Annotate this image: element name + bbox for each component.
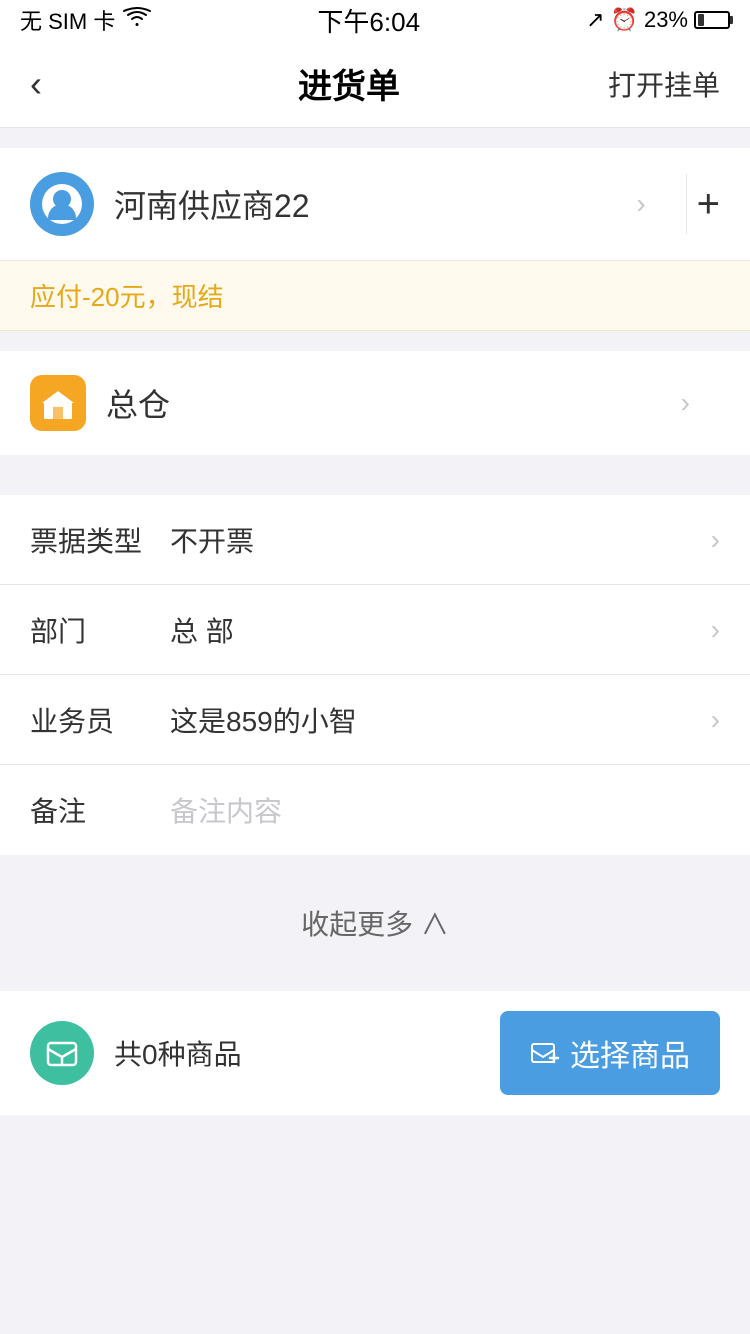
section-gap-1 [0,128,750,148]
form-section: 票据类型 不开票 › 部门 总 部 › 业务员 这是859的小智 › 备注 备注… [0,495,750,855]
section-gap-3 [0,455,750,475]
salesperson-row[interactable]: 业务员 这是859的小智 › [0,675,750,765]
department-label: 部门 [30,610,150,650]
nav-bar: ‹ 进货单 打开挂单 [0,40,750,128]
remark-row[interactable]: 备注 备注内容 [0,765,750,855]
battery-icon [694,11,730,29]
supplier-row[interactable]: 河南供应商22 › + [0,148,750,261]
supplier-chevron-icon: › [636,188,645,220]
bottom-bar: 共0种商品 选择商品 [0,991,750,1115]
notice-text: 应付-20元，现结 [30,282,224,312]
select-product-icon [530,1038,560,1068]
supplier-avatar [30,172,94,236]
status-time: 下午6:04 [317,2,420,39]
notice-bar: 应付-20元，现结 [0,261,750,331]
invoice-type-label: 票据类型 [30,520,150,560]
salesperson-chevron-icon: › [711,704,720,736]
collapse-label: 收起更多 ∧ [301,909,449,940]
supplier-name: 河南供应商22 [114,181,636,227]
status-left: 无 SIM 卡 [20,4,151,36]
department-chevron-icon: › [711,614,720,646]
salesperson-label: 业务员 [30,700,150,740]
status-right: ↗ ⏰ 23% [586,7,730,33]
invoice-chevron-icon: › [711,524,720,556]
warehouse-row[interactable]: 总仓 › [0,351,750,455]
avatar-inner [42,184,82,224]
remark-input[interactable]: 备注内容 [150,790,720,830]
select-product-button[interactable]: 选择商品 [500,1011,720,1095]
divider [686,174,687,234]
product-icon [30,1021,94,1085]
collapse-bar[interactable]: 收起更多 ∧ [0,875,750,971]
wifi-icon [123,7,151,33]
select-product-label: 选择商品 [570,1031,690,1075]
status-bar: 无 SIM 卡 下午6:04 ↗ ⏰ 23% [0,0,750,40]
page-title: 进货单 [298,59,400,108]
warehouse-icon [30,375,86,431]
product-count-label: 共0种商品 [114,1033,500,1073]
location-icon: ↗ [586,7,604,33]
open-pending-button[interactable]: 打开挂单 [608,64,720,104]
carrier-label: 无 SIM 卡 [20,4,115,36]
product-svg [42,1033,82,1073]
warehouse-chevron-icon: › [681,387,690,419]
back-button[interactable]: ‹ [30,63,90,105]
warehouse-section: 总仓 › [0,351,750,455]
remark-label: 备注 [30,790,150,830]
warehouse-name: 总仓 [106,380,681,426]
invoice-type-row[interactable]: 票据类型 不开票 › [0,495,750,585]
invoice-type-value: 不开票 [150,520,711,560]
alarm-icon: ⏰ [611,7,638,33]
department-row[interactable]: 部门 总 部 › [0,585,750,675]
warehouse-svg [40,385,76,421]
battery-percent: 23% [644,7,688,33]
add-supplier-button[interactable]: + [697,184,720,224]
section-gap-2 [0,331,750,351]
supplier-section: 河南供应商22 › + 应付-20元，现结 [0,148,750,331]
salesperson-value: 这是859的小智 [150,700,711,740]
department-value: 总 部 [150,610,711,650]
